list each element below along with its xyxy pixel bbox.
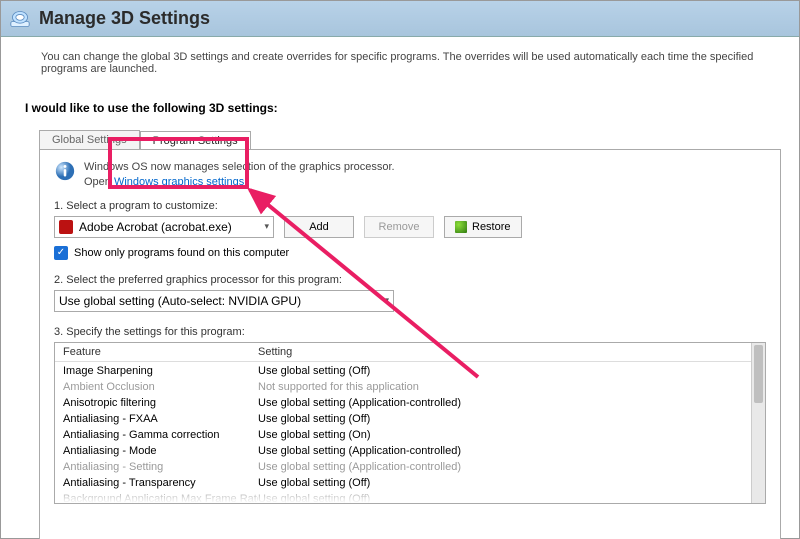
info-line1: Windows OS now manages selection of the … — [84, 161, 395, 173]
feature-cell: Anisotropic filtering — [63, 395, 258, 411]
show-only-found-label: Show only programs found on this compute… — [74, 247, 289, 259]
step1-label: 1. Select a program to customize: — [54, 200, 766, 212]
step1-row: Adobe Acrobat (acrobat.exe) ▾ Add Remove… — [54, 216, 766, 238]
graphics-processor-select[interactable]: Use global setting (Auto-select: NVIDIA … — [54, 290, 394, 312]
feature-cell: Antialiasing - FXAA — [63, 411, 258, 427]
feature-cell: Antialiasing - Gamma correction — [63, 427, 258, 443]
section-heading: I would like to use the following 3D set… — [1, 83, 799, 121]
setting-cell: Use global setting (Application-controll… — [258, 459, 461, 475]
table-row[interactable]: Image SharpeningUse global setting (Off) — [63, 363, 743, 379]
scrollbar-thumb[interactable] — [754, 345, 763, 403]
tab-global-settings[interactable]: Global Settings — [39, 130, 140, 149]
setting-cell: Use global setting (Off) — [258, 411, 370, 427]
table-row[interactable]: Anisotropic filteringUse global setting … — [63, 395, 743, 411]
program-select[interactable]: Adobe Acrobat (acrobat.exe) ▾ — [54, 216, 274, 238]
add-button[interactable]: Add — [284, 216, 354, 238]
table-row[interactable]: Background Application Max Frame RateUse… — [63, 491, 743, 503]
table-row[interactable]: Antialiasing - FXAAUse global setting (O… — [63, 411, 743, 427]
show-only-found-row[interactable]: ✓ Show only programs found on this compu… — [54, 246, 766, 260]
col-feature: Feature — [63, 346, 258, 358]
tab-body-program-settings: Windows OS now manages selection of the … — [39, 149, 781, 539]
windows-graphics-settings-link[interactable]: Windows graphics settings — [114, 176, 244, 188]
col-setting: Setting — [258, 346, 292, 358]
table-row[interactable]: Antialiasing - SettingUse global setting… — [63, 459, 743, 475]
info-banner: Windows OS now manages selection of the … — [54, 160, 766, 190]
page-title: Manage 3D Settings — [39, 8, 210, 29]
table-row[interactable]: Antialiasing - ModeUse global setting (A… — [63, 443, 743, 459]
nvidia-icon — [455, 221, 467, 233]
settings-table-inner[interactable]: Feature Setting Image SharpeningUse glob… — [55, 343, 751, 503]
page-description: You can change the global 3D settings an… — [1, 37, 799, 83]
setting-cell: Use global setting (Off) — [258, 363, 370, 379]
info-icon — [54, 160, 76, 182]
settings-table-body: Image SharpeningUse global setting (Off)… — [55, 362, 751, 503]
info-line2-prefix: Open — [84, 176, 114, 188]
feature-cell: Antialiasing - Setting — [63, 459, 258, 475]
setting-cell: Use global setting (Application-controll… — [258, 443, 461, 459]
app-icon — [9, 9, 31, 29]
setting-cell: Use global setting (Off) — [258, 475, 370, 491]
setting-cell: Not supported for this application — [258, 379, 419, 395]
remove-button: Remove — [364, 216, 434, 238]
title-bar: Manage 3D Settings — [1, 1, 799, 37]
step2-label: 2. Select the preferred graphics process… — [54, 274, 766, 286]
feature-cell: Background Application Max Frame Rate — [63, 491, 258, 503]
feature-cell: Ambient Occlusion — [63, 379, 258, 395]
tab-program-settings[interactable]: Program Settings — [140, 131, 251, 150]
vertical-scrollbar[interactable] — [751, 343, 765, 503]
info-text: Windows OS now manages selection of the … — [84, 160, 395, 190]
feature-cell: Antialiasing - Transparency — [63, 475, 258, 491]
show-only-found-checkbox[interactable]: ✓ — [54, 246, 68, 260]
settings-table-header: Feature Setting — [55, 343, 751, 362]
program-select-value: Adobe Acrobat (acrobat.exe) — [79, 220, 232, 234]
graphics-processor-value: Use global setting (Auto-select: NVIDIA … — [59, 294, 301, 308]
feature-cell: Image Sharpening — [63, 363, 258, 379]
setting-cell: Use global setting (Off) — [258, 491, 370, 503]
tab-strip: Global Settings Program Settings — [39, 125, 781, 149]
acrobat-icon — [59, 220, 73, 234]
chevron-down-icon: ▾ — [384, 295, 389, 306]
table-row[interactable]: Antialiasing - TransparencyUse global se… — [63, 475, 743, 491]
settings-table: Feature Setting Image SharpeningUse glob… — [54, 342, 766, 504]
step3-label: 3. Specify the settings for this program… — [54, 326, 766, 338]
setting-cell: Use global setting (Application-controll… — [258, 395, 461, 411]
settings-window: Manage 3D Settings You can change the gl… — [0, 0, 800, 539]
settings-panel: Global Settings Program Settings Windows… — [39, 125, 781, 539]
table-row[interactable]: Ambient OcclusionNot supported for this … — [63, 379, 743, 395]
feature-cell: Antialiasing - Mode — [63, 443, 258, 459]
setting-cell: Use global setting (On) — [258, 427, 371, 443]
table-row[interactable]: Antialiasing - Gamma correctionUse globa… — [63, 427, 743, 443]
restore-button[interactable]: Restore — [444, 216, 522, 238]
chevron-down-icon: ▾ — [264, 221, 269, 232]
